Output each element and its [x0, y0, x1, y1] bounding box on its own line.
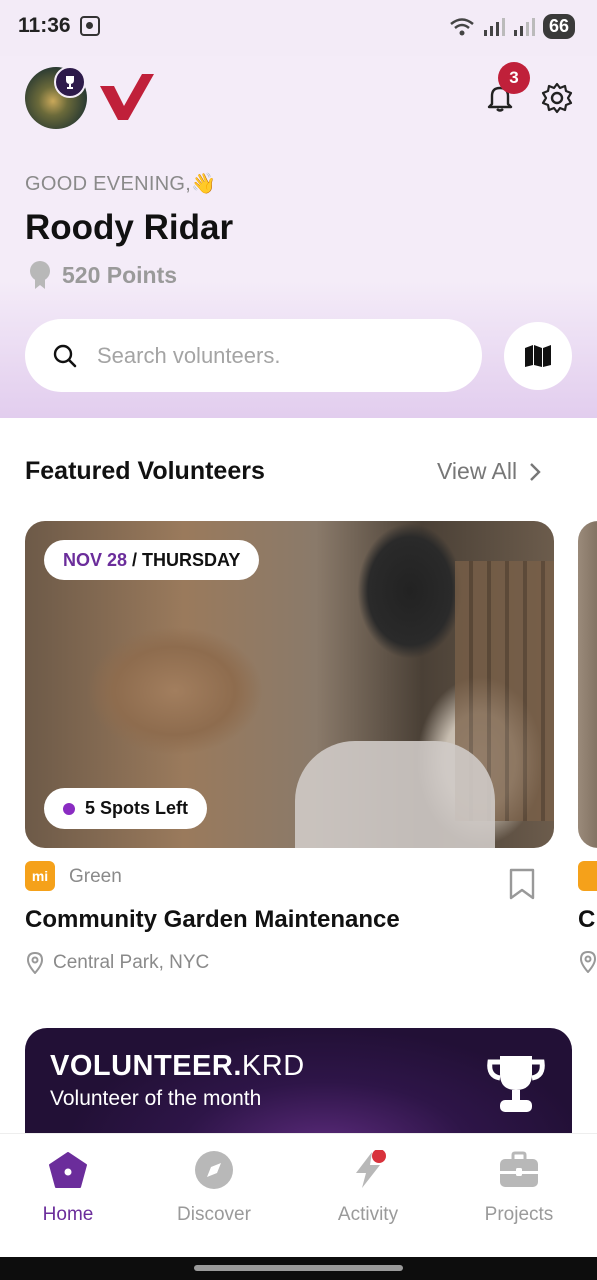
home-gesture-handle[interactable]: [194, 1265, 403, 1271]
promo-subtitle: Volunteer of the month: [50, 1087, 262, 1110]
next-card-title[interactable]: C: [578, 906, 595, 934]
notification-count-badge: 3: [498, 62, 530, 94]
screen-record-icon: [80, 16, 100, 36]
view-all-label: View All: [437, 458, 518, 484]
trophy-badge-icon: [54, 66, 86, 98]
location-pin-icon: [27, 952, 43, 974]
signal-icon-2: [513, 17, 535, 36]
event-date-pill: NOV 28 / THURSDAY: [44, 540, 260, 580]
activity-icon: [348, 1150, 388, 1190]
wifi-icon: [450, 17, 474, 35]
trophy-icon: [487, 1056, 545, 1112]
next-card-image[interactable]: [578, 521, 597, 848]
org-logo-badge: mi: [25, 861, 55, 891]
search-input[interactable]: [97, 342, 457, 369]
event-date: NOV 28: [63, 549, 128, 570]
status-dot: [63, 802, 75, 815]
location-pin-icon: [580, 951, 596, 973]
home-icon: [48, 1150, 88, 1190]
nav-label-projects: Projects: [484, 1204, 554, 1225]
status-bar: 11:36 66: [0, 0, 597, 56]
chevron-right-icon: [530, 462, 541, 481]
nav-label-home: Home: [42, 1204, 94, 1225]
nav-item-home[interactable]: Home: [8, 1150, 128, 1226]
briefcase-icon: [499, 1150, 539, 1190]
spots-left-pill: 5 Spots Left: [44, 788, 208, 829]
bookmark-icon[interactable]: [509, 868, 535, 900]
gear-icon[interactable]: [540, 81, 574, 115]
map-icon: [525, 345, 551, 367]
nav-label-discover: Discover: [177, 1204, 251, 1225]
nav-item-projects[interactable]: Projects: [459, 1150, 579, 1226]
card-title[interactable]: Community Garden Maintenance: [25, 906, 400, 934]
status-indicators: 66: [449, 14, 575, 39]
section-title-featured: Featured Volunteers: [25, 457, 265, 485]
points-value: 520 Points: [62, 261, 178, 288]
nav-item-activity[interactable]: Activity: [308, 1150, 428, 1226]
date-separator: /: [127, 549, 143, 570]
nav-item-discover[interactable]: Discover: [154, 1150, 274, 1226]
nav-label-activity: Activity: [337, 1204, 399, 1225]
greeting-text: GOOD EVENING,👋: [25, 173, 217, 195]
medal-icon: [30, 261, 50, 289]
status-time: 11:36: [18, 14, 71, 37]
brand-checkmark-logo: [100, 74, 154, 120]
view-all-link[interactable]: View All: [437, 458, 541, 485]
signal-icon: [483, 17, 505, 36]
promo-brand-light: KRD: [241, 1050, 305, 1082]
promo-brand: VOLUNTEER.KRD: [50, 1050, 305, 1083]
points-display: 520 Points: [28, 260, 177, 290]
search-icon: [53, 344, 77, 367]
location-text: Central Park, NYC: [53, 952, 210, 973]
search-bar[interactable]: [25, 319, 482, 392]
discover-icon: [194, 1150, 234, 1190]
promo-brand-bold: VOLUNTEER.: [50, 1050, 242, 1082]
battery-indicator: 66: [542, 14, 575, 39]
card-location: Central Park, NYC: [27, 952, 209, 974]
spots-left-text: 5 Spots Left: [85, 798, 189, 818]
next-card-org-badge: [578, 861, 597, 891]
user-name: Roody Ridar: [25, 208, 234, 247]
event-weekday: THURSDAY: [142, 549, 241, 570]
map-view-button[interactable]: [504, 322, 572, 390]
org-name: Green: [69, 866, 122, 887]
